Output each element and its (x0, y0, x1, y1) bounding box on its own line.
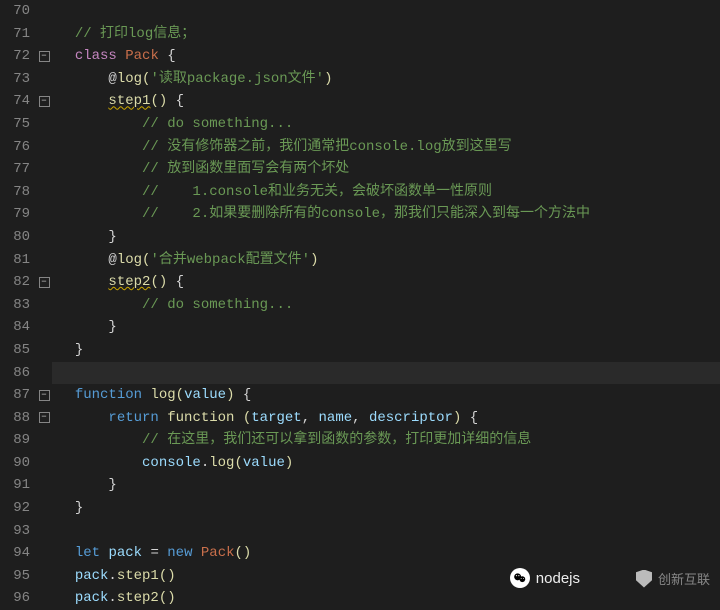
line-number: 96 (0, 587, 34, 610)
line-number-gutter: 7071727374757677787980818283848586878889… (0, 0, 36, 603)
brand-watermark: 创新互联 (636, 569, 710, 588)
code-line[interactable]: } (52, 474, 720, 497)
line-number: 76 (0, 136, 34, 159)
fold-marker (36, 158, 52, 181)
line-number: 78 (0, 181, 34, 204)
code-line[interactable]: step1() { (52, 90, 720, 113)
wechat-watermark: nodejs (510, 568, 580, 588)
code-line[interactable]: pack.step1() (52, 565, 720, 588)
code-line[interactable]: } (52, 339, 720, 362)
line-number: 92 (0, 497, 34, 520)
line-number: 70 (0, 0, 34, 23)
code-editor[interactable]: 7071727374757677787980818283848586878889… (0, 0, 720, 603)
code-line[interactable] (52, 0, 720, 23)
fold-marker (36, 587, 52, 610)
code-line[interactable]: @log('读取package.json文件') (52, 68, 720, 91)
brand-text: 创新互联 (658, 569, 710, 588)
line-number: 89 (0, 429, 34, 452)
code-line[interactable]: function log(value) { (52, 384, 720, 407)
code-line[interactable]: pack.step2() (52, 587, 720, 610)
line-number: 73 (0, 68, 34, 91)
fold-marker[interactable]: − (36, 90, 52, 113)
line-number: 74 (0, 90, 34, 113)
code-line[interactable]: } (52, 497, 720, 520)
fold-marker[interactable]: − (36, 384, 52, 407)
fold-marker[interactable]: − (36, 45, 52, 68)
fold-marker (36, 452, 52, 475)
code-line[interactable]: return function (target, name, descripto… (52, 407, 720, 430)
fold-marker (36, 520, 52, 543)
fold-marker (36, 181, 52, 204)
line-number: 90 (0, 452, 34, 475)
line-number: 95 (0, 565, 34, 588)
code-line[interactable]: // 没有修饰器之前，我们通常把console.log放到这里写 (52, 136, 720, 159)
line-number: 86 (0, 362, 34, 385)
code-line[interactable]: // do something... (52, 294, 720, 317)
code-line[interactable]: } (52, 316, 720, 339)
code-line[interactable]: @log('合并webpack配置文件') (52, 249, 720, 272)
fold-marker (36, 294, 52, 317)
code-line[interactable]: // 在这里，我们还可以拿到函数的参数，打印更加详细的信息 (52, 429, 720, 452)
code-line[interactable]: // 1.console和业务无关，会破坏函数单一性原则 (52, 181, 720, 204)
fold-marker (36, 474, 52, 497)
code-line[interactable]: step2() { (52, 271, 720, 294)
fold-marker (36, 362, 52, 385)
code-line[interactable]: class Pack { (52, 45, 720, 68)
fold-gutter: −−−−− (36, 0, 52, 603)
fold-marker (36, 497, 52, 520)
fold-marker[interactable]: − (36, 407, 52, 430)
fold-marker (36, 23, 52, 46)
fold-marker (36, 203, 52, 226)
fold-marker (36, 339, 52, 362)
line-number: 79 (0, 203, 34, 226)
line-number: 91 (0, 474, 34, 497)
code-line[interactable]: console.log(value) (52, 452, 720, 475)
code-line[interactable]: // 打印log信息； (52, 23, 720, 46)
code-line[interactable]: // 放到函数里面写会有两个坏处 (52, 158, 720, 181)
shield-icon (636, 570, 652, 588)
line-number: 81 (0, 249, 34, 272)
fold-marker (36, 0, 52, 23)
code-line[interactable]: } (52, 226, 720, 249)
line-number: 87 (0, 384, 34, 407)
line-number: 93 (0, 520, 34, 543)
fold-marker (36, 565, 52, 588)
fold-marker (36, 316, 52, 339)
fold-marker (36, 113, 52, 136)
fold-marker (36, 136, 52, 159)
fold-marker (36, 249, 52, 272)
code-line[interactable] (52, 362, 720, 385)
line-number: 82 (0, 271, 34, 294)
line-number: 77 (0, 158, 34, 181)
line-number: 88 (0, 407, 34, 430)
code-line[interactable]: // 2.如果要删除所有的console，那我们只能深入到每一个方法中 (52, 203, 720, 226)
line-number: 80 (0, 226, 34, 249)
line-number: 83 (0, 294, 34, 317)
fold-marker (36, 542, 52, 565)
fold-marker (36, 429, 52, 452)
fold-marker (36, 226, 52, 249)
fold-marker (36, 68, 52, 91)
code-area[interactable]: // 打印log信息； class Pack { @log('读取package… (52, 0, 720, 603)
fold-marker[interactable]: − (36, 271, 52, 294)
code-line[interactable] (52, 520, 720, 543)
wechat-text: nodejs (536, 570, 580, 587)
code-line[interactable]: let pack = new Pack() (52, 542, 720, 565)
line-number: 85 (0, 339, 34, 362)
line-number: 75 (0, 113, 34, 136)
line-number: 71 (0, 23, 34, 46)
line-number: 94 (0, 542, 34, 565)
line-number: 72 (0, 45, 34, 68)
code-line[interactable]: // do something... (52, 113, 720, 136)
line-number: 84 (0, 316, 34, 339)
wechat-icon (510, 568, 530, 588)
